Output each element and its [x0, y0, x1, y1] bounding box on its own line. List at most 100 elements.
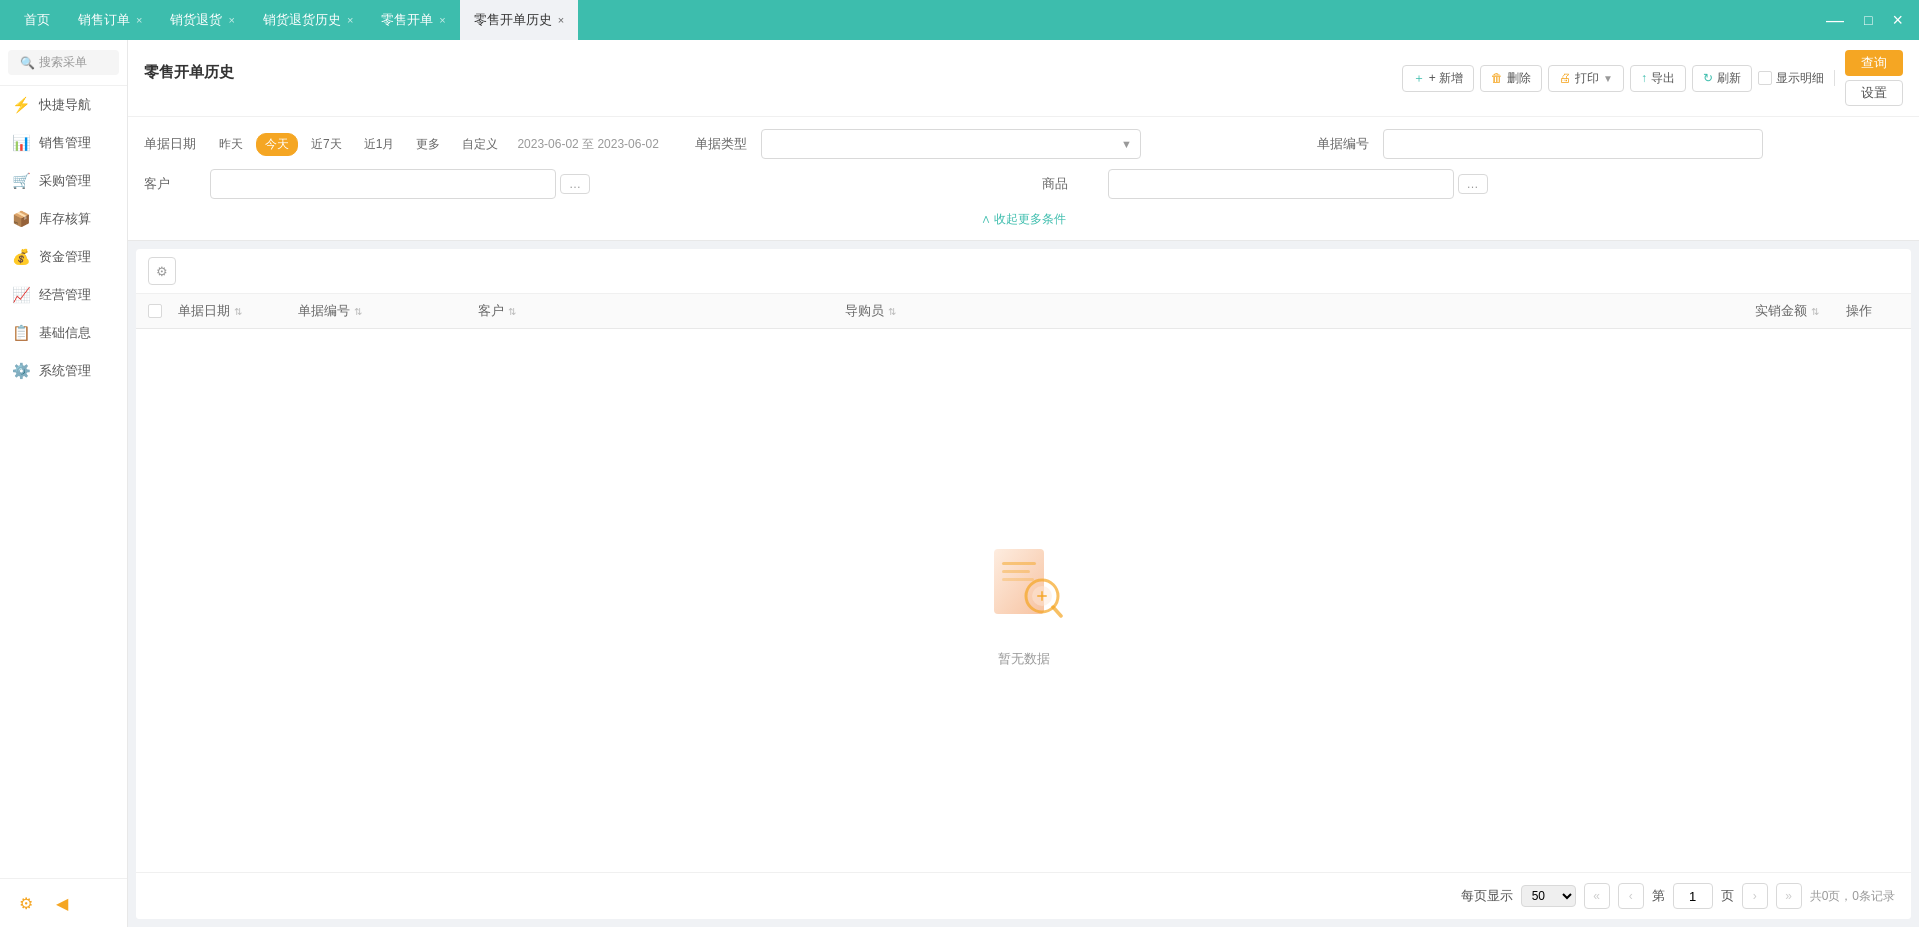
basic-info-icon: 📋: [12, 324, 31, 342]
add-button[interactable]: ＋ + 新增: [1402, 65, 1474, 92]
date-btn-last7[interactable]: 近7天: [302, 133, 351, 156]
sidebar-item-sys-mgmt[interactable]: ⚙️ 系统管理: [0, 352, 127, 390]
sidebar-item-label: 销售管理: [39, 134, 91, 152]
date-btn-last1m[interactable]: 近1月: [355, 133, 404, 156]
sidebar-item-quick-nav[interactable]: ⚡ 快捷导航: [0, 86, 127, 124]
page-input[interactable]: [1673, 883, 1713, 909]
page-title: 零售开单历史: [144, 63, 234, 94]
print-button[interactable]: 🖨 打印 ▼: [1548, 65, 1624, 92]
sidebar-item-label: 基础信息: [39, 324, 91, 342]
tab-close-sales-return[interactable]: ×: [228, 14, 234, 26]
sidebar: 🔍 搜索采单 ⚡ 快捷导航 📊 销售管理 🛒 采购管理 📦 库存核算 💰 资金管…: [0, 40, 128, 927]
first-page-btn[interactable]: «: [1584, 883, 1610, 909]
tab-retail-open[interactable]: 零售开单 ×: [367, 0, 459, 40]
doc-type-select[interactable]: ▼: [761, 129, 1141, 159]
th-amount[interactable]: 实销金额 ⇅: [1699, 302, 1819, 320]
date-btn-custom[interactable]: 自定义: [453, 133, 507, 156]
goods-input[interactable]: [1108, 169, 1454, 199]
tab-home[interactable]: 首页: [10, 0, 64, 40]
tab-sales-return[interactable]: 销货退货 ×: [156, 0, 248, 40]
refresh-button[interactable]: ↻ 刷新: [1692, 65, 1752, 92]
doc-num-input[interactable]: [1383, 129, 1763, 159]
search-icon: 🔍: [20, 56, 35, 70]
tab-retail-open-history[interactable]: 零售开单历史 ×: [460, 0, 578, 40]
sidebar-item-basic-info[interactable]: 📋 基础信息: [0, 314, 127, 352]
sort-customer-icon: ⇅: [508, 306, 516, 317]
svg-rect-3: [1002, 578, 1034, 581]
filter-row-2: 客户 … 商品 …: [144, 169, 1903, 199]
th-guide[interactable]: 导购员 ⇅: [845, 302, 965, 320]
sidebar-item-label: 系统管理: [39, 362, 91, 380]
search-label: 搜索采单: [39, 54, 87, 71]
per-page-label: 每页显示: [1461, 887, 1513, 905]
select-all-checkbox[interactable]: [148, 304, 162, 318]
goods-ellipsis-btn[interactable]: …: [1458, 174, 1488, 194]
sidebar-settings-btn[interactable]: ⚙: [12, 889, 40, 917]
sales-icon: 📊: [12, 134, 31, 152]
tab-close-sales-return-history[interactable]: ×: [347, 14, 353, 26]
sidebar-item-inventory[interactable]: 📦 库存核算: [0, 200, 127, 238]
tab-close-sales-order[interactable]: ×: [136, 14, 142, 26]
export-button[interactable]: ↑ 导出: [1630, 65, 1686, 92]
empty-illustration: [974, 534, 1074, 634]
chevron-down-icon: ▼: [1121, 138, 1132, 150]
tab-sales-return-history[interactable]: 销货退货历史 ×: [249, 0, 367, 40]
page-label: 第: [1652, 887, 1665, 905]
window-maximize-btn[interactable]: □: [1858, 12, 1878, 28]
prev-page-btn[interactable]: ‹: [1618, 883, 1644, 909]
tab-close-retail-open[interactable]: ×: [439, 14, 445, 26]
date-btn-yesterday[interactable]: 昨天: [210, 133, 252, 156]
tab-sales-order[interactable]: 销售订单 ×: [64, 0, 156, 40]
table-settings-btn[interactable]: ⚙: [148, 257, 176, 285]
th-checkbox: [148, 304, 178, 318]
trash-icon: 🗑: [1491, 71, 1503, 85]
th-customer[interactable]: 客户 ⇅: [478, 302, 845, 320]
window-minimize-btn[interactable]: —: [1820, 10, 1850, 31]
next-page-btn[interactable]: ›: [1742, 883, 1768, 909]
page-suffix: 页: [1721, 887, 1734, 905]
sort-num-icon: ⇅: [354, 306, 362, 317]
svg-rect-1: [1002, 562, 1036, 565]
sidebar-item-finance[interactable]: 💰 资金管理: [0, 238, 127, 276]
last-page-icon: »: [1785, 889, 1792, 903]
header-actions: ＋ + 新增 🗑 删除 🖨 打印 ▼ ↑ 导出 ↻: [1402, 50, 1903, 106]
doc-num-label: 单据编号: [1317, 135, 1377, 153]
purchase-icon: 🛒: [12, 172, 31, 190]
refresh-icon: ↻: [1703, 71, 1713, 85]
sidebar-collapse-btn[interactable]: ◀: [48, 889, 76, 917]
customer-input[interactable]: [210, 169, 556, 199]
date-btn-more[interactable]: 更多: [407, 133, 449, 156]
goods-label: 商品: [1042, 175, 1102, 193]
display-detail-checkbox[interactable]: 显示明细: [1758, 70, 1824, 87]
sidebar-item-ops[interactable]: 📈 经营管理: [0, 276, 127, 314]
display-checkbox[interactable]: [1758, 71, 1772, 85]
sidebar-item-purchase-mgmt[interactable]: 🛒 采购管理: [0, 162, 127, 200]
per-page-select[interactable]: 50 20 100: [1521, 885, 1576, 907]
last-page-btn[interactable]: »: [1776, 883, 1802, 909]
sidebar-item-label: 库存核算: [39, 210, 91, 228]
customer-ellipsis-btn[interactable]: …: [560, 174, 590, 194]
delete-button[interactable]: 🗑 删除: [1480, 65, 1542, 92]
export-icon: ↑: [1641, 71, 1647, 85]
collapse-filter-btn[interactable]: ∧ 收起更多条件: [144, 209, 1903, 228]
th-num[interactable]: 单据编号 ⇅: [298, 302, 478, 320]
sidebar-item-label: 采购管理: [39, 172, 91, 190]
sys-icon: ⚙️: [12, 362, 31, 380]
sidebar-item-sales-mgmt[interactable]: 📊 销售管理: [0, 124, 127, 162]
th-date[interactable]: 单据日期 ⇅: [178, 302, 298, 320]
filter-row-1: 单据日期 昨天 今天 近7天 近1月 更多 自定义 2023-06-02 至 2…: [144, 129, 1903, 159]
search-btn[interactable]: 🔍 搜索采单: [8, 50, 119, 75]
sidebar-item-label: 资金管理: [39, 248, 91, 266]
sidebar-item-label: 经营管理: [39, 286, 91, 304]
query-button[interactable]: 查询: [1845, 50, 1903, 76]
date-btn-today[interactable]: 今天: [256, 133, 298, 156]
tab-close-retail-open-history[interactable]: ×: [558, 14, 564, 26]
sidebar-search-area: 🔍 搜索采单: [0, 40, 127, 86]
window-close-btn[interactable]: ×: [1886, 10, 1909, 31]
sort-date-icon: ⇅: [234, 306, 242, 317]
quick-nav-icon: ⚡: [12, 96, 31, 114]
filter-section: 单据日期 昨天 今天 近7天 近1月 更多 自定义 2023-06-02 至 2…: [128, 117, 1919, 241]
date-filter-label: 单据日期: [144, 135, 204, 153]
ops-icon: 📈: [12, 286, 31, 304]
setting-button[interactable]: 设置: [1845, 80, 1903, 106]
